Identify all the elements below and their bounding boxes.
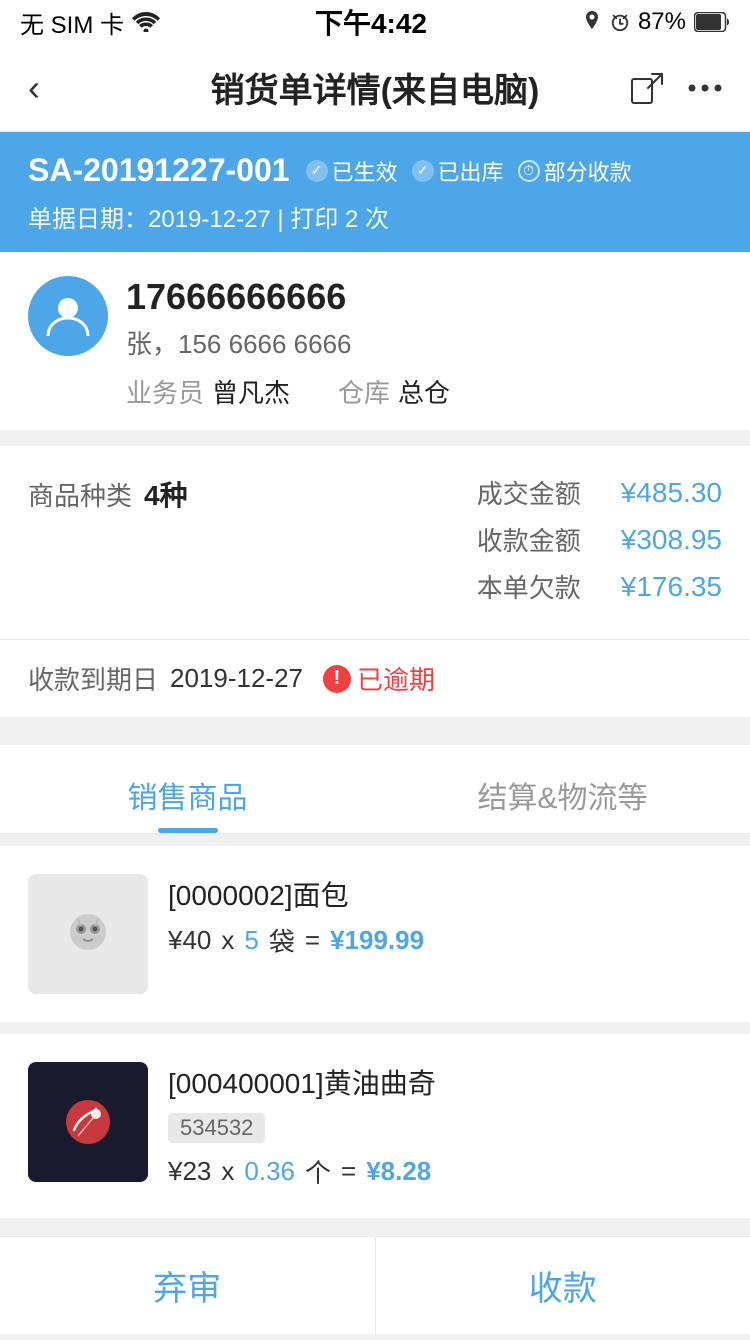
product-image-1: + <box>28 874 148 994</box>
category-label: 商品种类 <box>28 476 132 513</box>
wifi-icon <box>132 12 160 32</box>
product-item: + [0000002]面包 ¥40 x 5 袋 = ¥199.99 <box>0 846 750 1022</box>
product-list: + [0000002]面包 ¥40 x 5 袋 = ¥199.99 <box>0 846 750 1242</box>
status-partial: ⏱ 部分收款 <box>518 155 632 187</box>
battery-percent: 87% <box>638 8 686 36</box>
status-shipped: ✓ 已出库 <box>412 155 504 187</box>
page-title: 销货单详情(来自电脑) <box>211 63 540 112</box>
summary-section: 商品种类 4种 成交金额 ¥485.30 收款金额 ¥308.95 本单欠款 ¥… <box>0 446 750 639</box>
price-base-1: ¥40 <box>168 925 211 956</box>
product-name-1: [0000002]面包 <box>168 874 722 914</box>
salesperson-item: 业务员 曾凡杰 <box>126 373 290 410</box>
header-banner: SA-20191227-001 ✓ 已生效 ✓ 已出库 ⏱ 部分收款 单据日期：… <box>0 132 750 252</box>
product-info-2: [000400001]黄油曲奇 534532 ¥23 x 0.36 个 = ¥8… <box>168 1062 722 1190</box>
product-info-1: [0000002]面包 ¥40 x 5 袋 = ¥199.99 <box>168 874 722 959</box>
warehouse-item: 仓库 总仓 <box>338 373 450 410</box>
customer-info: 17666666666 张，156 6666 6666 业务员 曾凡杰 仓库 总… <box>126 276 722 410</box>
summary-left: 商品种类 4种 <box>28 474 188 518</box>
product-tag-2: 534532 <box>168 1113 265 1143</box>
owed-row: 本单欠款 ¥176.35 <box>477 568 722 605</box>
salesperson-label: 业务员 <box>126 373 204 410</box>
alarm-icon <box>610 11 630 33</box>
status-time: 下午4:42 <box>315 2 427 42</box>
check-icon-2: ✓ <box>412 160 434 182</box>
price-unit-1: 袋 <box>269 922 295 959</box>
status-left: 无 SIM 卡 <box>20 5 160 40</box>
content-wrap: SA-20191227-001 ✓ 已生效 ✓ 已出库 ⏱ 部分收款 单据日期：… <box>0 132 750 1340</box>
warehouse-label: 仓库 <box>338 373 390 410</box>
deal-value: ¥485.30 <box>621 477 722 509</box>
product-price-1: ¥40 x 5 袋 = ¥199.99 <box>168 922 722 959</box>
share-icon[interactable] <box>630 71 664 105</box>
price-base-2: ¥23 <box>168 1156 211 1187</box>
price-qty-1: 5 <box>244 925 258 956</box>
clock-icon: ⏱ <box>518 160 540 182</box>
price-unit-2: 个 <box>305 1153 331 1190</box>
status-tags: ✓ 已生效 ✓ 已出库 ⏱ 部分收款 <box>306 155 632 187</box>
received-value: ¥308.95 <box>621 524 722 556</box>
tab-products[interactable]: 销售商品 <box>0 745 375 833</box>
deal-row: 成交金额 ¥485.30 <box>477 474 722 511</box>
overdue-icon: ! <box>323 665 351 693</box>
battery-icon <box>694 12 730 32</box>
due-date: 2019-12-27 <box>170 663 303 694</box>
price-total-1: ¥199.99 <box>330 925 424 956</box>
status-bar: 无 SIM 卡 下午4:42 87% <box>0 0 750 44</box>
customer-meta: 业务员 曾凡杰 仓库 总仓 <box>126 373 722 410</box>
summary-right: 成交金额 ¥485.30 收款金额 ¥308.95 本单欠款 ¥176.35 <box>477 474 722 615</box>
bottom-bar: 弃审 收款 <box>0 1236 750 1334</box>
cancel-button[interactable]: 弃审 <box>0 1237 376 1334</box>
header-banner-top: SA-20191227-001 ✓ 已生效 ✓ 已出库 ⏱ 部分收款 <box>28 152 722 189</box>
nav-bar: ‹ 销货单详情(来自电脑) <box>0 44 750 132</box>
price-qty-2: 0.36 <box>244 1156 295 1187</box>
received-label: 收款金额 <box>477 521 581 558</box>
location-icon <box>582 11 602 33</box>
owed-label: 本单欠款 <box>477 568 581 605</box>
nav-actions <box>630 71 722 105</box>
signal-text: 无 SIM 卡 <box>20 5 124 40</box>
tab-settlement[interactable]: 结算&物流等 <box>375 745 750 833</box>
customer-section: 17666666666 张，156 6666 6666 业务员 曾凡杰 仓库 总… <box>0 252 750 430</box>
product-price-2: ¥23 x 0.36 个 = ¥8.28 <box>168 1153 722 1190</box>
overdue-badge: ! 已逾期 <box>323 660 435 697</box>
customer-name: 张，156 6666 6666 <box>126 324 722 361</box>
category-count: 4种 <box>144 474 188 514</box>
tabs-bar: 销售商品 结算&物流等 <box>0 745 750 834</box>
back-button[interactable]: ‹ <box>28 67 40 109</box>
product-item-2: [000400001]黄油曲奇 534532 ¥23 x 0.36 个 = ¥8… <box>0 1034 750 1218</box>
divider-1 <box>0 430 750 446</box>
product-image-2 <box>28 1062 148 1182</box>
customer-avatar <box>28 276 108 356</box>
confirm-button[interactable]: 收款 <box>376 1237 750 1334</box>
divider-2 <box>0 717 750 733</box>
overdue-text: 已逾期 <box>357 660 435 697</box>
received-row: 收款金额 ¥308.95 <box>477 521 722 558</box>
product-name-2: [000400001]黄油曲奇 <box>168 1062 722 1102</box>
due-label: 收款到期日 <box>28 660 158 697</box>
owed-value: ¥176.35 <box>621 571 722 603</box>
header-date: 单据日期：2019-12-27 | 打印 2 次 <box>28 199 722 234</box>
customer-phone: 17666666666 <box>126 276 722 318</box>
status-effective: ✓ 已生效 <box>306 155 398 187</box>
deal-label: 成交金额 <box>477 474 581 511</box>
salesperson-value: 曾凡杰 <box>212 373 290 410</box>
more-icon[interactable] <box>688 84 722 92</box>
category-item: 商品种类 4种 <box>28 474 188 514</box>
warehouse-value: 总仓 <box>398 373 450 410</box>
order-id: SA-20191227-001 <box>28 152 290 189</box>
price-total-2: ¥8.28 <box>366 1156 431 1187</box>
check-icon-1: ✓ <box>306 160 328 182</box>
due-section: 收款到期日 2019-12-27 ! 已逾期 <box>0 640 750 717</box>
status-right: 87% <box>582 8 730 36</box>
